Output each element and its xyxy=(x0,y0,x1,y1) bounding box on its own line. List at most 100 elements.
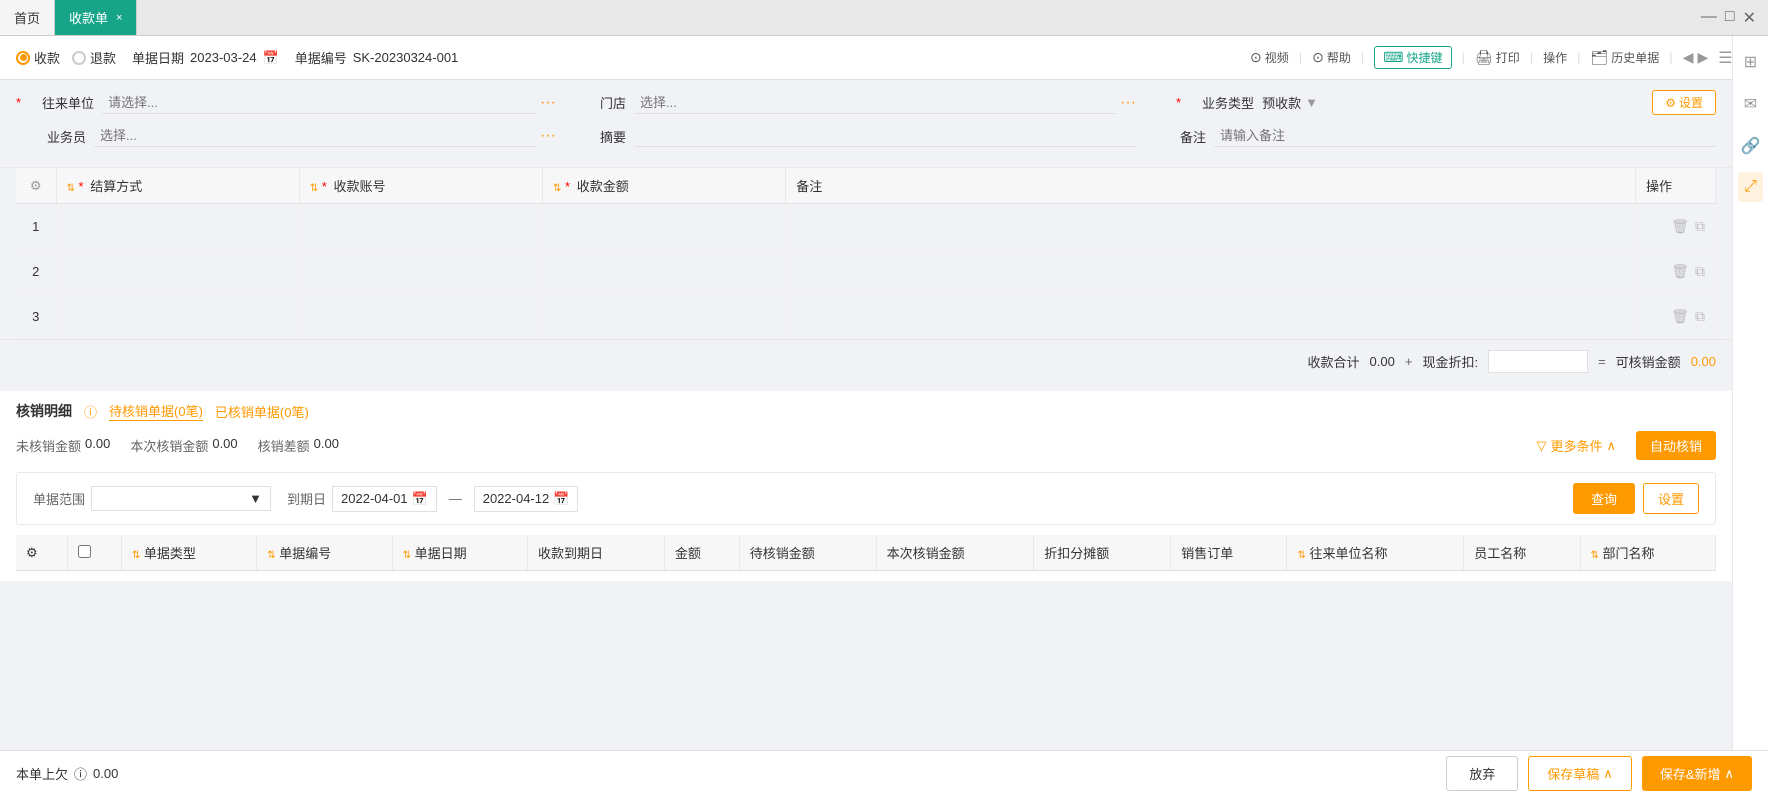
row-num-3: 3 xyxy=(16,294,56,339)
account-1[interactable] xyxy=(299,204,542,249)
remark-3[interactable] xyxy=(786,294,1636,339)
maximize-btn[interactable]: □ xyxy=(1725,8,1735,28)
settings-btn[interactable]: ⚙ 设置 xyxy=(1652,90,1716,115)
print-btn[interactable]: 🖨 打印 xyxy=(1475,49,1520,66)
main-area: * 往来单位 ··· 门店 ··· * 业务类型 预收款 ▼ xyxy=(0,80,1732,750)
bottom-info-label: 本单上欠 xyxy=(16,764,68,783)
sidebar-attach-icon[interactable]: 🔗 xyxy=(1735,130,1767,162)
totals-row: 收款合计 0.00 + 现金折扣: = 可核销金额 0.00 xyxy=(0,339,1732,383)
salesperson-input[interactable] xyxy=(94,125,536,147)
summary-field: 摘要 xyxy=(596,125,1136,147)
current-cancel-label: 本次核销金额 xyxy=(130,436,208,455)
operate-btn[interactable]: 操作 xyxy=(1543,49,1567,66)
table-gear-icon[interactable]: ⚙ xyxy=(30,178,42,193)
bt-discount-label: 折扣分摊额 xyxy=(1044,546,1109,561)
salesperson-label: 业务员 xyxy=(16,127,86,146)
date-label: 单据日期 xyxy=(132,48,184,67)
query-btn[interactable]: 查询 xyxy=(1573,483,1635,514)
account-2[interactable] xyxy=(299,249,542,294)
shop-input[interactable] xyxy=(634,92,1116,114)
discount-label: 现金折扣: xyxy=(1422,352,1478,371)
available-value: 0.00 xyxy=(1691,354,1716,369)
uncancelled-value: 0.00 xyxy=(85,436,110,455)
refund-radio[interactable]: 退款 xyxy=(72,48,116,67)
date-from-picker[interactable]: 2022-04-01 📅 xyxy=(332,486,437,512)
receipt-radio[interactable]: 收款 xyxy=(16,48,60,67)
list-view-icon[interactable]: ☰ xyxy=(1718,48,1732,68)
discard-btn[interactable]: 放弃 xyxy=(1446,756,1518,791)
sidebar-table-icon[interactable]: ⊞ xyxy=(1738,46,1763,78)
remark-header: 备注 xyxy=(796,179,822,194)
amount-3[interactable] xyxy=(543,294,786,339)
remark-2[interactable] xyxy=(786,249,1636,294)
range-select-arrow: ▼ xyxy=(249,491,262,506)
amount-1[interactable] xyxy=(543,204,786,249)
date-from-value: 2022-04-01 xyxy=(341,491,408,506)
partner-input[interactable] xyxy=(102,92,536,114)
done-tab[interactable]: 已核销单据(0笔) xyxy=(215,402,309,421)
table-body: 1 🗑 ⧉ 2 xyxy=(16,204,1716,339)
auto-cancel-btn[interactable]: 自动核销 xyxy=(1636,431,1716,460)
shop-more-btn[interactable]: ··· xyxy=(1120,94,1136,112)
settlement-1[interactable] xyxy=(56,204,299,249)
date-to-picker[interactable]: 2022-04-12 📅 xyxy=(474,486,579,512)
bottom-bar: 本单上欠 ⓘ 0.00 放弃 保存草稿 ∧ 保存&新增 ∧ xyxy=(0,750,1768,796)
minimize-btn[interactable]: — xyxy=(1701,8,1717,28)
delete-icon-3[interactable]: 🗑 xyxy=(1671,308,1689,325)
shortcut-btn[interactable]: ⌨ 快捷键 xyxy=(1374,46,1451,69)
bt-gear-icon[interactable]: ⚙ xyxy=(26,545,38,560)
table-row: 3 🗑 ⧉ xyxy=(16,294,1716,339)
settlement-3[interactable] xyxy=(56,294,299,339)
copy-icon-1[interactable]: ⧉ xyxy=(1695,218,1705,235)
settings-btn-label: 设置 xyxy=(1679,94,1703,111)
close-btn[interactable]: ✕ xyxy=(1743,8,1756,28)
total-label: 收款合计 xyxy=(1308,352,1360,371)
diff-value: 0.00 xyxy=(314,436,339,455)
more-conditions-btn[interactable]: ▽ 更多条件 ∧ xyxy=(1536,436,1616,455)
calendar-icon[interactable]: 📅 xyxy=(263,50,279,66)
bt-checkbox-col xyxy=(67,535,121,571)
date-value: 2023-03-24 xyxy=(190,50,257,65)
discount-input[interactable] xyxy=(1488,350,1588,373)
tab-current[interactable]: 收款单 × xyxy=(55,0,137,35)
remark-1[interactable] xyxy=(786,204,1636,249)
bt-type-label: 单据类型 xyxy=(144,546,196,561)
tab-close-btn[interactable]: × xyxy=(116,12,122,24)
sidebar-expand-icon[interactable]: ⤢ xyxy=(1738,172,1763,202)
total-value: 0.00 xyxy=(1370,354,1395,369)
business-type-arrow[interactable]: ▼ xyxy=(1305,95,1318,110)
tab-home[interactable]: 首页 xyxy=(0,0,55,35)
summary-row: 未核销金额 0.00 本次核销金额 0.00 核销差额 0.00 ▽ 更多条件 … xyxy=(16,431,1716,460)
video-btn[interactable]: ⊙ 视频 xyxy=(1250,49,1289,66)
filter-row: 单据范围 ▼ 到期日 2022-04-01 📅 — 2022-04-12 📅 xyxy=(16,472,1716,525)
filter-settings-btn[interactable]: 设置 xyxy=(1643,483,1699,514)
settlement-2[interactable] xyxy=(56,249,299,294)
delete-icon-2[interactable]: 🗑 xyxy=(1671,263,1689,280)
sidebar-mail-icon[interactable]: ✉ xyxy=(1738,88,1763,120)
history-btn[interactable]: 🗂 历史单据 xyxy=(1591,49,1660,66)
salesperson-more-btn[interactable]: ··· xyxy=(540,127,556,145)
business-type-field: * 业务类型 预收款 ▼ ⚙ 设置 xyxy=(1176,90,1716,115)
prev-arrow[interactable]: ◀ xyxy=(1683,49,1694,66)
help-btn[interactable]: ⊙ 帮助 xyxy=(1312,49,1351,66)
draft-btn[interactable]: 保存草稿 ∧ xyxy=(1528,756,1632,791)
pending-tab[interactable]: 待核销单据(0笔) xyxy=(109,401,203,421)
copy-icon-2[interactable]: ⧉ xyxy=(1695,263,1705,280)
delete-icon-1[interactable]: 🗑 xyxy=(1671,218,1689,235)
account-3[interactable] xyxy=(299,294,542,339)
range-select[interactable]: ▼ xyxy=(91,486,271,511)
shortcut-btn-label: 快捷键 xyxy=(1407,49,1443,66)
amount-2[interactable] xyxy=(543,249,786,294)
partner-more-btn[interactable]: ··· xyxy=(540,94,556,112)
copy-icon-3[interactable]: ⧉ xyxy=(1695,308,1705,325)
table-row: 2 🗑 ⧉ xyxy=(16,249,1716,294)
summary-input[interactable] xyxy=(634,125,1136,147)
diff-label: 核销差额 xyxy=(258,436,310,455)
bt-due-label: 收款到期日 xyxy=(538,546,603,561)
bt-select-all[interactable] xyxy=(78,545,91,558)
next-arrow[interactable]: ▶ xyxy=(1697,49,1708,66)
remark-input[interactable] xyxy=(1214,125,1716,147)
operate-btn-label: 操作 xyxy=(1543,49,1567,66)
toolbar: 收款 退款 单据日期 2023-03-24 📅 单据编号 SK-20230324… xyxy=(0,36,1768,80)
save-btn[interactable]: 保存&新增 ∧ xyxy=(1642,756,1752,791)
